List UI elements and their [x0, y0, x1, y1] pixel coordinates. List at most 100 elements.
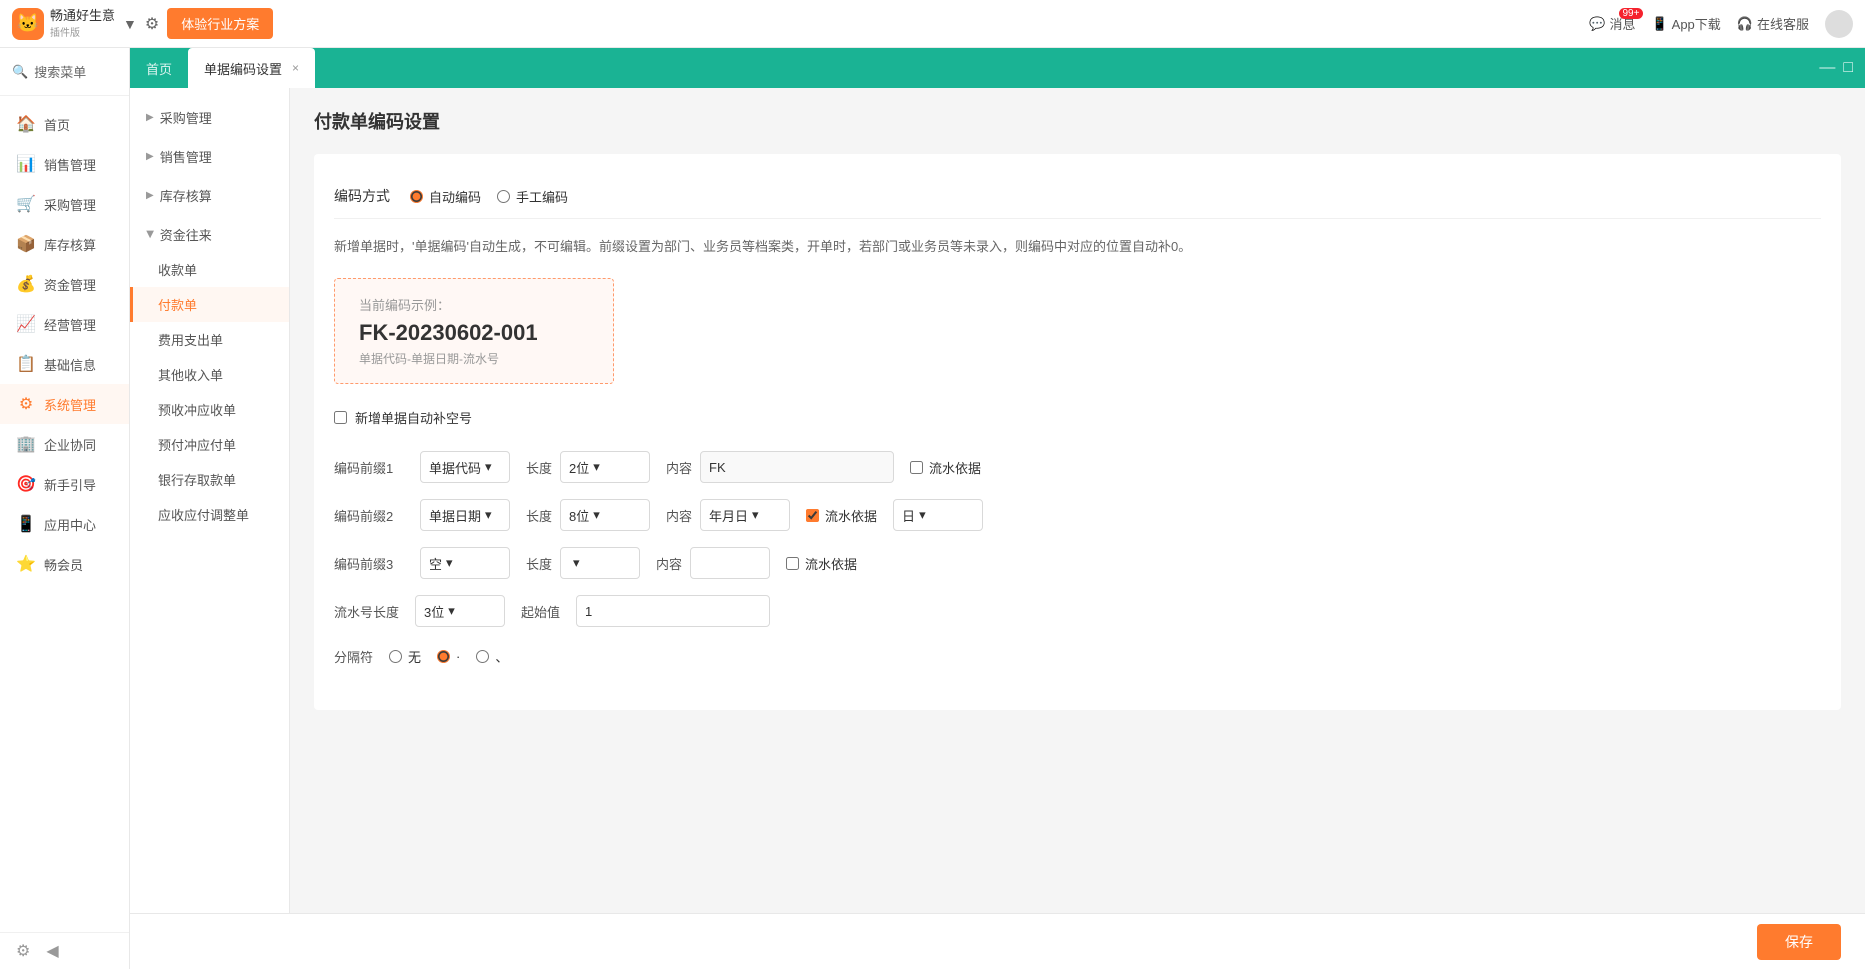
separator-none-radio[interactable] [389, 650, 402, 663]
serial-start-input[interactable] [576, 595, 770, 627]
sidebar-item-basic[interactable]: 📋 基础信息 [0, 344, 129, 384]
manual-encoding-option[interactable]: 手工编码 [497, 187, 568, 206]
serial-check-3[interactable]: 流水依据 [786, 554, 857, 573]
content-group-1: 内容 [666, 451, 894, 483]
sidebar-item-inventory[interactable]: 📦 库存核算 [0, 224, 129, 264]
sidebar-item-label: 应用中心 [44, 515, 96, 534]
tab-current-label: 单据编码设置 [204, 59, 282, 78]
top-bar-left: 🐱 畅通好生意 插件版 ▼ ⚙ 体验行业方案 [12, 8, 273, 40]
sales-arrow-icon: ▶ [146, 151, 154, 162]
prefix2-select[interactable]: 单据日期 ▾ [420, 499, 510, 531]
sidebar-item-appcenter[interactable]: 📱 应用中心 [0, 504, 129, 544]
menu-item-adjustment[interactable]: 应收应付调整单 [130, 497, 289, 532]
user-avatar[interactable] [1825, 10, 1853, 38]
menu-item-other-income[interactable]: 其他收入单 [130, 357, 289, 392]
sidebar-item-purchase[interactable]: 🛒 采购管理 [0, 184, 129, 224]
search-menu-button[interactable]: 🔍 搜索菜单 [8, 58, 121, 85]
sidebar-item-enterprise[interactable]: 🏢 企业协同 [0, 424, 129, 464]
serial-period-select[interactable]: 日 ▾ [893, 499, 983, 531]
serial-checkbox-3[interactable] [786, 557, 799, 570]
serial-checkbox-2[interactable] [806, 509, 819, 522]
serial-length-label: 流水号长度 [334, 602, 399, 621]
menu-item-payment[interactable]: 付款单 [130, 287, 289, 322]
prefix3-select[interactable]: 空 ▾ [420, 547, 510, 579]
separator-none-option[interactable]: 无 [389, 647, 421, 666]
tab-home[interactable]: 首页 [130, 48, 188, 88]
manual-encoding-radio[interactable] [497, 190, 510, 203]
prefix2-arrow-icon: ▾ [485, 507, 492, 523]
auto-fill-checkbox[interactable] [334, 411, 347, 424]
sidebar-item-system[interactable]: ⚙ 系统管理 [0, 384, 129, 424]
menu-item-receipt[interactable]: 收款单 [130, 252, 289, 287]
home-icon: 🏠 [16, 114, 36, 134]
sidebar-item-label: 系统管理 [44, 395, 96, 414]
sidebar-item-newguide[interactable]: 🎯 新手引导 [0, 464, 129, 504]
content3-select[interactable] [690, 547, 770, 579]
serial-length-select[interactable]: 3位 ▾ [415, 595, 505, 627]
menu-item-advance-recv[interactable]: 预收冲应收单 [130, 392, 289, 427]
menu-item-bank-deposit[interactable]: 银行存取款单 [130, 462, 289, 497]
sidebar-item-sales[interactable]: 📊 销售管理 [0, 144, 129, 184]
company-dropdown[interactable]: ▼ [123, 16, 137, 32]
auto-encoding-radio[interactable] [410, 190, 423, 203]
sales-icon: 📊 [16, 154, 36, 174]
separator-dash-radio[interactable] [476, 650, 489, 663]
length2-label: 长度 [526, 506, 552, 525]
purchase-label: 采购管理 [160, 108, 212, 127]
serial-check-2[interactable]: 流水依据 [806, 506, 877, 525]
window-maximize-icon[interactable]: □ [1843, 59, 1853, 77]
download-icon: 📱 [1651, 16, 1667, 32]
sidebar-item-label: 销售管理 [44, 155, 96, 174]
separator-dot-radio[interactable] [437, 650, 450, 663]
content3-label: 内容 [656, 554, 682, 573]
sidebar-item-member[interactable]: ⭐ 畅会员 [0, 544, 129, 584]
serial-check-1[interactable]: 流水依据 [910, 458, 981, 477]
app-logo: 🐱 畅通好生意 插件版 [12, 8, 115, 40]
menu-group-sales-title[interactable]: ▶ 销售管理 [130, 139, 289, 174]
bottom-bar: 保存 [130, 913, 1865, 969]
tab-encoding-settings[interactable]: 单据编码设置 × [188, 48, 315, 88]
settings-button[interactable]: ⚙ [145, 14, 159, 34]
prefix1-arrow-icon: ▾ [485, 459, 492, 475]
menu-group-inventory-title[interactable]: ▶ 库存核算 [130, 178, 289, 213]
length-group-1: 长度 2位 ▾ [526, 451, 650, 483]
sales-label: 销售管理 [160, 147, 212, 166]
length1-select[interactable]: 2位 ▾ [560, 451, 650, 483]
code-example-title: 当前编码示例： [359, 295, 589, 314]
menu-item-advance-pay[interactable]: 预付冲应付单 [130, 427, 289, 462]
menu-group-funds-title[interactable]: ▶ 资金往来 [130, 217, 289, 252]
app-download-item[interactable]: 📱 App下载 [1651, 14, 1720, 33]
length3-select[interactable]: ▾ [560, 547, 640, 579]
sidebar-item-home[interactable]: 🏠 首页 [0, 104, 129, 144]
logo-name: 畅通好生意 [50, 8, 115, 24]
top-bar-controls: ▼ ⚙ 体验行业方案 [123, 8, 273, 39]
window-minimize-icon[interactable]: — [1819, 59, 1835, 77]
auto-fill-label: 新增单据自动补空号 [355, 408, 472, 427]
main-layout: 🔍 搜索菜单 🏠 首页 📊 销售管理 🛒 采购管理 📦 库存核算 💰 [0, 48, 1865, 969]
menu-group-inventory: ▶ 库存核算 [130, 178, 289, 213]
auto-encoding-option[interactable]: 自动编码 [410, 187, 481, 206]
message-item[interactable]: 💬 消息 99+ [1589, 14, 1635, 33]
experience-button[interactable]: 体验行业方案 [167, 8, 273, 39]
sidebar-item-finance[interactable]: 💰 资金管理 [0, 264, 129, 304]
menu-group-purchase-title[interactable]: ▶ 采购管理 [130, 100, 289, 135]
tab-bar-right: — □ [1819, 59, 1865, 77]
online-service-label: 在线客服 [1757, 14, 1809, 33]
sidebar-settings-button[interactable]: ⚙ [16, 941, 30, 961]
serial-checkbox-1[interactable] [910, 461, 923, 474]
separator-dash-option[interactable]: 、 [476, 647, 508, 666]
prefix3-label: 编码前缀3 [334, 554, 404, 573]
length2-select[interactable]: 8位 ▾ [560, 499, 650, 531]
content1-input[interactable] [700, 451, 894, 483]
separator-dot-option[interactable]: · [437, 649, 460, 664]
prefix1-select[interactable]: 单据代码 ▾ [420, 451, 510, 483]
sidebar-item-operations[interactable]: 📈 经营管理 [0, 304, 129, 344]
online-service-item[interactable]: 🎧 在线客服 [1737, 14, 1809, 33]
menu-item-expense[interactable]: 费用支出单 [130, 322, 289, 357]
sidebar-collapse-button[interactable]: ◀ [46, 941, 58, 961]
save-button[interactable]: 保存 [1757, 924, 1841, 960]
content-group-3: 内容 [656, 547, 770, 579]
content2-select[interactable]: 年月日 ▾ [700, 499, 790, 531]
appcenter-icon: 📱 [16, 514, 36, 534]
tab-close-icon[interactable]: × [292, 61, 299, 75]
